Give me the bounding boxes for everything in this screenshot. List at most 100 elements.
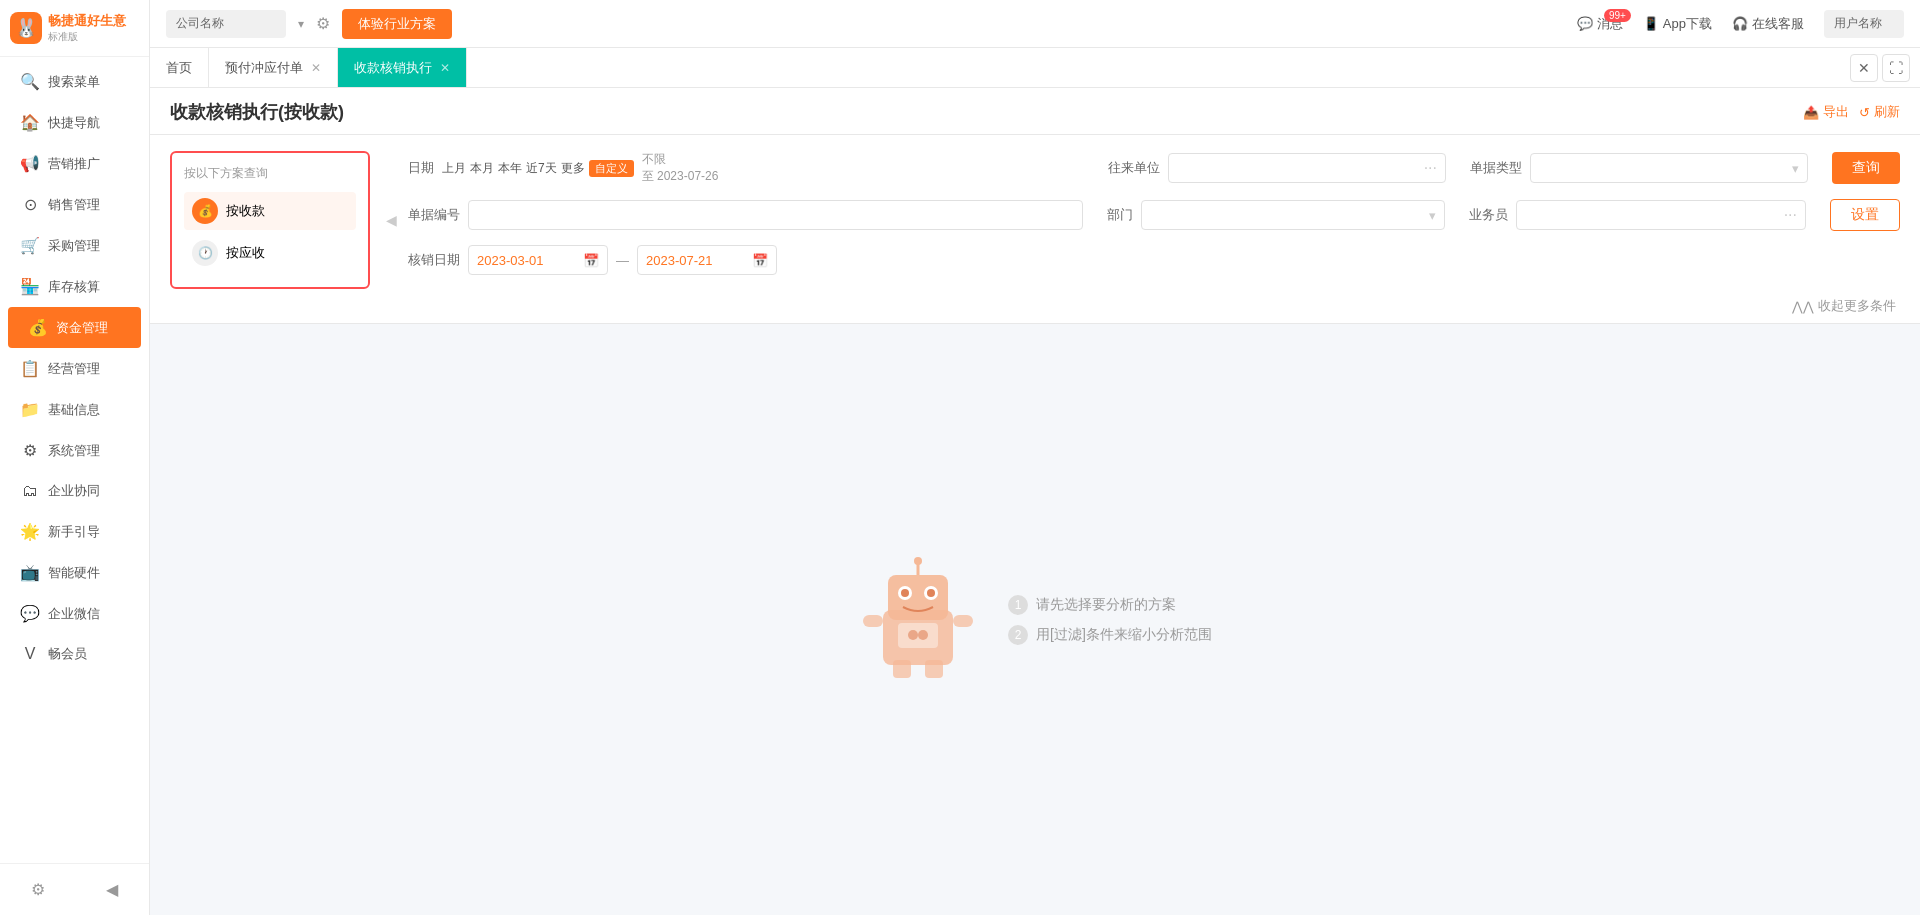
search-menu-icon: 🔍 [20, 72, 40, 91]
sidebar-item-system-label: 系统管理 [48, 442, 100, 460]
empty-robot-illustration [858, 555, 978, 685]
sidebar-item-quick-nav[interactable]: 🏠 快捷导航 [0, 102, 149, 143]
doc-no-input[interactable] [468, 200, 1083, 230]
sidebar-item-hardware-label: 智能硬件 [48, 564, 100, 582]
staff-input[interactable]: ··· [1516, 200, 1807, 230]
sidebar-item-system[interactable]: ⚙ 系统管理 [0, 430, 149, 471]
filter-by-receipt[interactable]: 💰 按收款 [184, 192, 356, 230]
sidebar-item-basic-info-label: 基础信息 [48, 401, 100, 419]
by-receipt-label: 按收款 [226, 202, 265, 220]
date-custom-badge[interactable]: 自定义 [589, 160, 634, 177]
sidebar-item-purchase[interactable]: 🛒 采购管理 [0, 225, 149, 266]
export-icon: 📤 [1803, 105, 1819, 120]
filter-right-panel: 日期 上月 本月 本年 近7天 更多 自定义 不限 至 2023-07-26 [408, 151, 1900, 289]
svg-point-14 [918, 630, 928, 640]
date-shortcut-more[interactable]: 更多 [561, 160, 585, 177]
sidebar-item-guide[interactable]: 🌟 新手引导 [0, 511, 149, 552]
topbar-app-download[interactable]: 📱 App下载 [1643, 15, 1712, 33]
tab-fullscreen-btn[interactable]: ⛶ [1882, 54, 1910, 82]
by-receipt-icon: 💰 [192, 198, 218, 224]
sidebar-logo: 🐰 畅捷通好生意 标准版 [0, 0, 149, 57]
tab-advance-payment-close-icon[interactable]: ✕ [311, 61, 321, 75]
main-area: 公司名称 ▾ ⚙ 体验行业方案 💬 消息 99+ 📱 App下载 🎧 在线客服 … [150, 0, 1920, 915]
topbar-user[interactable]: 用户名称 [1824, 10, 1904, 38]
topbar-right: 💬 消息 99+ 📱 App下载 🎧 在线客服 用户名称 [1577, 10, 1904, 38]
collapse-more-btn[interactable]: ⋀⋀ 收起更多条件 [1792, 297, 1896, 315]
tab-bar-actions: ✕ ⛶ [1850, 48, 1920, 87]
date-label: 日期 [408, 159, 434, 177]
logo-main-text: 畅捷通好生意 [48, 13, 126, 30]
hardware-icon: 📺 [20, 563, 40, 582]
sidebar-item-wechat[interactable]: 💬 企业微信 [0, 593, 149, 634]
sidebar-item-guide-label: 新手引导 [48, 523, 100, 541]
sidebar-item-marketing[interactable]: 📢 营销推广 [0, 143, 149, 184]
tab-receipt-verify[interactable]: 收款核销执行 ✕ [338, 48, 467, 87]
sidebar-item-enterprise[interactable]: 🗂 企业协同 [0, 471, 149, 511]
tab-advance-payment[interactable]: 预付冲应付单 ✕ [209, 48, 338, 87]
sidebar-item-member[interactable]: V 畅会员 [0, 634, 149, 674]
date-shortcut-this-month[interactable]: 本月 [470, 160, 494, 177]
topbar-msg[interactable]: 💬 消息 99+ [1577, 15, 1623, 33]
sidebar-item-purchase-label: 采购管理 [48, 237, 100, 255]
sidebar-collapse-btn[interactable]: ◀ [100, 874, 124, 905]
settings-btn[interactable]: 设置 [1830, 199, 1900, 231]
sidebar-item-sales[interactable]: ⊙ 销售管理 [0, 184, 149, 225]
sidebar-menu: 🔍 搜索菜单 🏠 快捷导航 📢 营销推广 ⊙ 销售管理 🛒 采购管理 🏪 库存核… [0, 57, 149, 863]
date-shortcut-last-month[interactable]: 上月 [442, 160, 466, 177]
sidebar-settings-btn[interactable]: ⚙ [25, 874, 51, 905]
topbar-gear-icon[interactable]: ⚙ [316, 14, 330, 33]
counterpart-input[interactable]: ··· [1168, 153, 1446, 183]
topbar: 公司名称 ▾ ⚙ 体验行业方案 💬 消息 99+ 📱 App下载 🎧 在线客服 … [150, 0, 1920, 48]
verify-date-end-input[interactable]: 2023-07-21 📅 [637, 245, 777, 275]
tab-close-all-btn[interactable]: ✕ [1850, 54, 1878, 82]
date-shortcut-7days[interactable]: 近7天 [526, 160, 557, 177]
sidebar-item-wechat-label: 企业微信 [48, 605, 100, 623]
refresh-btn[interactable]: ↺ 刷新 [1859, 103, 1900, 121]
date-not-limit-area: 不限 至 2023-07-26 [642, 151, 719, 185]
wechat-icon: 💬 [20, 604, 40, 623]
sidebar-item-basic-info[interactable]: 📁 基础信息 [0, 389, 149, 430]
filter-counterpart-cell: 往来单位 ··· [1108, 153, 1446, 183]
date-shortcut-this-year[interactable]: 本年 [498, 160, 522, 177]
staff-dots-icon: ··· [1784, 206, 1797, 224]
filter-left-panel: 按以下方案查询 💰 按收款 🕐 按应收 [170, 151, 370, 289]
topbar-online-service[interactable]: 🎧 在线客服 [1732, 15, 1804, 33]
export-btn[interactable]: 📤 导出 [1803, 103, 1849, 121]
sidebar-item-business[interactable]: 📋 经营管理 [0, 348, 149, 389]
topbar-dropdown-arrow[interactable]: ▾ [298, 17, 304, 31]
sidebar-item-finance[interactable]: 💰 资金管理 [8, 307, 141, 348]
topbar-industry-btn[interactable]: 体验行业方案 [342, 9, 452, 39]
counterpart-label: 往来单位 [1108, 159, 1160, 177]
query-btn[interactable]: 查询 [1832, 152, 1900, 184]
tab-advance-payment-label: 预付冲应付单 [225, 59, 303, 77]
doc-type-select[interactable]: ▾ [1530, 153, 1808, 183]
dept-chevron-icon: ▾ [1429, 208, 1436, 223]
logo-icon: 🐰 [10, 12, 42, 44]
sidebar-item-hardware[interactable]: 📺 智能硬件 [0, 552, 149, 593]
svg-point-7 [914, 557, 922, 565]
sales-icon: ⊙ [20, 195, 40, 214]
svg-rect-9 [953, 615, 973, 627]
system-icon: ⚙ [20, 441, 40, 460]
by-receivable-label: 按应收 [226, 244, 265, 262]
msg-icon: 💬 [1577, 16, 1593, 31]
basic-info-icon: 📁 [20, 400, 40, 419]
logo-badge: 标准版 [48, 30, 126, 43]
sidebar-item-search[interactable]: 🔍 搜索菜单 [0, 61, 149, 102]
topbar-company[interactable]: 公司名称 [166, 10, 286, 38]
svg-rect-10 [893, 660, 911, 678]
filter-by-receivable[interactable]: 🕐 按应收 [184, 234, 356, 272]
sidebar-item-inventory[interactable]: 🏪 库存核算 [0, 266, 149, 307]
filter-panel-collapse-btn[interactable]: ◀ [382, 151, 400, 289]
page-content: 收款核销执行(按收款) 📤 导出 ↺ 刷新 按以下方案查询 💰 按收款 [150, 88, 1920, 915]
dept-select[interactable]: ▾ [1141, 200, 1445, 230]
sidebar-item-business-label: 经营管理 [48, 360, 100, 378]
verify-date-start-input[interactable]: 2023-03-01 📅 [468, 245, 608, 275]
tab-home[interactable]: 首页 [150, 48, 209, 87]
tab-receipt-verify-close-icon[interactable]: ✕ [440, 61, 450, 75]
filter-wrapper: 按以下方案查询 💰 按收款 🕐 按应收 ◀ 日期 [150, 135, 1920, 289]
business-icon: 📋 [20, 359, 40, 378]
sidebar-item-sales-label: 销售管理 [48, 196, 100, 214]
filter-staff-cell: 业务员 ··· [1469, 200, 1807, 230]
by-receivable-icon: 🕐 [192, 240, 218, 266]
